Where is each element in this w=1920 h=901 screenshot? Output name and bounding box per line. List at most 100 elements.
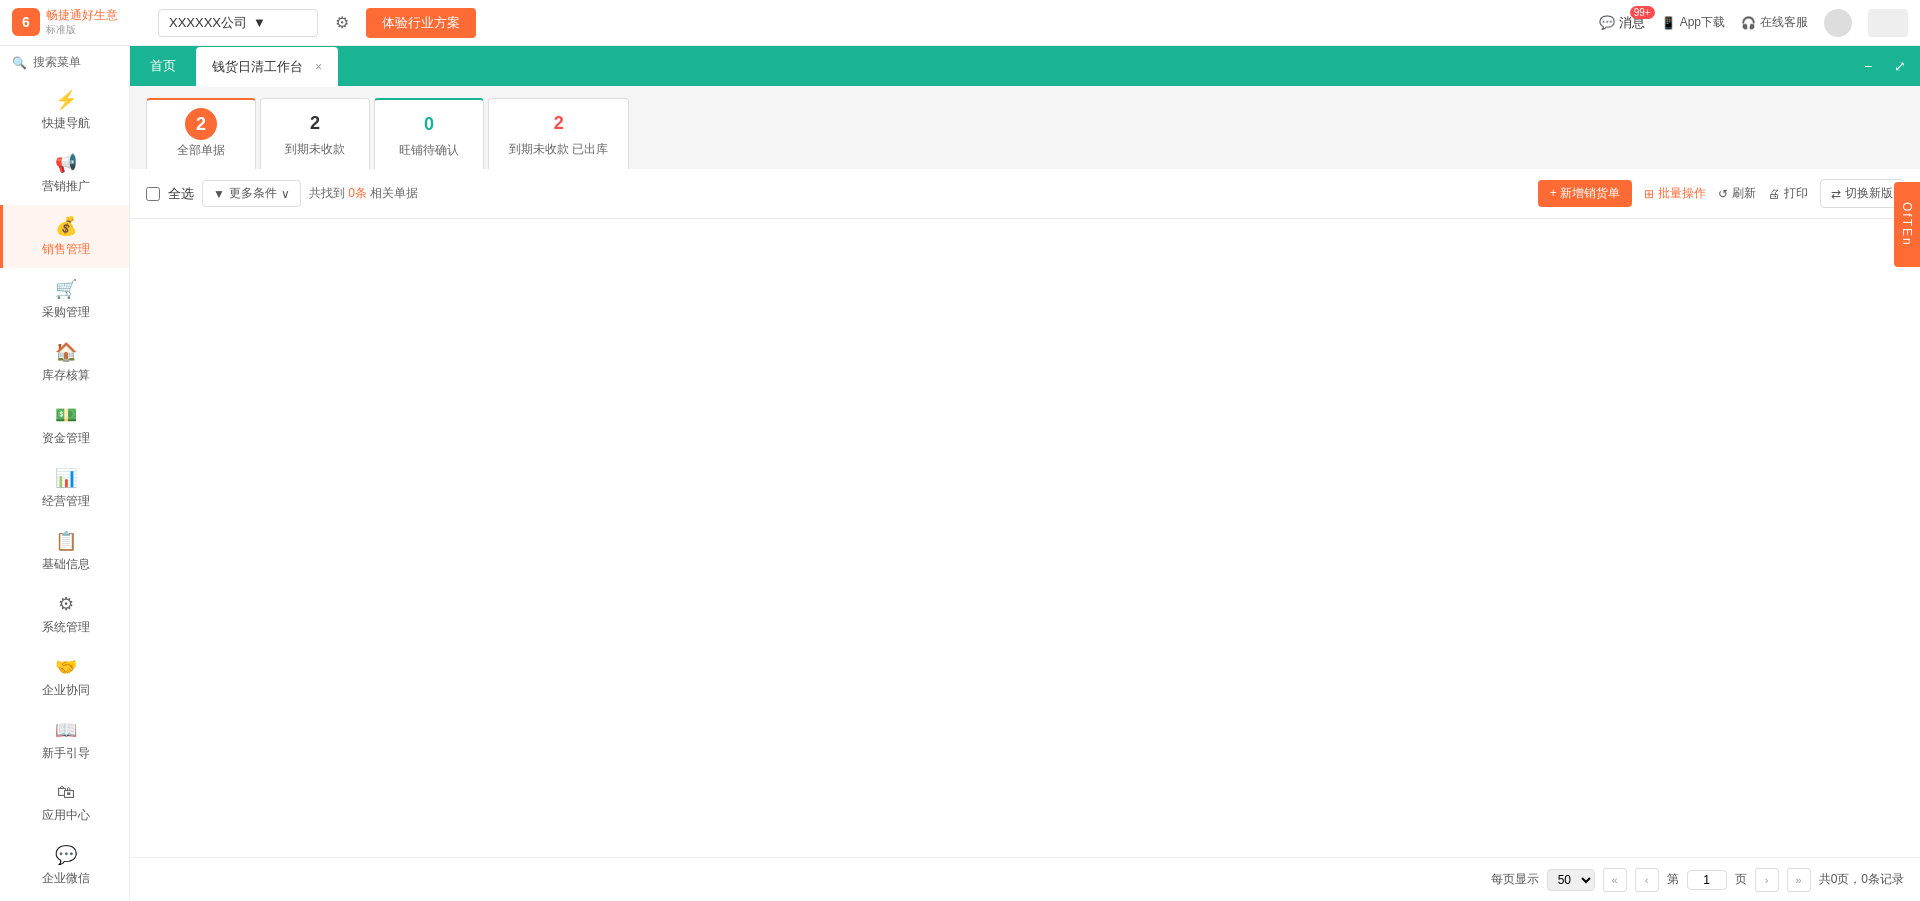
sidebar-item-guide[interactable]: 📖 新手引导: [0, 709, 129, 772]
status-tab-overdue[interactable]: 2 到期未收款: [260, 98, 370, 169]
download-icon: 📱: [1661, 16, 1676, 30]
header-right: 💬 消息 99+ 📱 App下载 🎧 在线客服: [1599, 9, 1908, 37]
company-selector[interactable]: XXXXXX公司 ▼: [158, 9, 318, 37]
sidebar-label-inventory: 库存核算: [42, 367, 90, 384]
sidebar-item-finance[interactable]: 💵 资金管理: [0, 394, 129, 457]
tab-home[interactable]: 首页: [130, 46, 196, 86]
refresh-icon: ↺: [1718, 187, 1728, 201]
out-label: 到期未收款 已出库: [509, 141, 608, 158]
sidebar: 🔍 搜索菜单 ⚡ 快捷导航 📢 营销推广 💰 销售管理 🛒 采购管理 🏠 库存核…: [0, 46, 130, 901]
total-records: 共0页，0条记录: [1819, 871, 1904, 888]
status-tabs: 2 全部单据 2 到期未收款 0 旺铺待确认 2 到期未收款 已出库: [130, 86, 1920, 169]
sidebar-label-operations: 经营管理: [42, 493, 90, 510]
sidebar-item-purchase[interactable]: 🛒 采购管理: [0, 268, 129, 331]
prev-page-btn[interactable]: ‹: [1635, 868, 1659, 892]
sidebar-item-operations[interactable]: 📊 经营管理: [0, 457, 129, 520]
sidebar-label-apps: 应用中心: [42, 807, 90, 824]
wechat-icon: 💬: [55, 844, 77, 866]
trial-button[interactable]: 体验行业方案: [366, 8, 476, 38]
download-label: App下载: [1680, 14, 1725, 31]
finance-icon: 💵: [55, 404, 77, 426]
page-number-input[interactable]: [1687, 870, 1727, 890]
top-header: 6 畅捷通好生意 标准版 XXXXXX公司 ▼ ⚙ 体验行业方案 💬 消息 99…: [0, 0, 1920, 46]
apps-icon: 🛍: [57, 782, 75, 803]
refresh-btn[interactable]: ↺ 刷新: [1718, 185, 1756, 202]
sidebar-item-enterprise[interactable]: 🤝 企业协同: [0, 646, 129, 709]
tab-active[interactable]: 钱货日清工作台 ×: [196, 47, 338, 87]
print-icon: 🖨: [1768, 187, 1780, 201]
found-text: 共找到 0条 相关单据: [309, 185, 418, 202]
guide-icon: 📖: [55, 719, 77, 741]
sidebar-label-basic-info: 基础信息: [42, 556, 90, 573]
sidebar-search[interactable]: 🔍 搜索菜单: [0, 46, 129, 79]
sidebar-item-basic-info[interactable]: 📋 基础信息: [0, 520, 129, 583]
enterprise-icon: 🤝: [55, 656, 77, 678]
all-label: 全部单据: [177, 142, 225, 159]
batch-icon: ⊞: [1644, 187, 1654, 201]
main-layout: 🔍 搜索菜单 ⚡ 快捷导航 📢 营销推广 💰 销售管理 🛒 采购管理 🏠 库存核…: [0, 46, 1920, 901]
search-icon: 🔍: [12, 56, 27, 70]
filter-label: 更多条件: [229, 185, 277, 202]
sidebar-item-marketing[interactable]: 📢 营销推广: [0, 142, 129, 205]
first-page-btn[interactable]: «: [1603, 868, 1627, 892]
print-btn[interactable]: 🖨 打印: [1768, 185, 1808, 202]
sidebar-item-sales[interactable]: 💰 销售管理: [0, 205, 129, 268]
select-all-checkbox[interactable]: [146, 187, 160, 201]
sidebar-label-wechat: 企业微信: [42, 870, 90, 887]
batch-operation-btn[interactable]: ⊞ 批量操作: [1644, 185, 1706, 202]
purchase-icon: 🛒: [55, 278, 77, 300]
sidebar-label-enterprise: 企业协同: [42, 682, 90, 699]
wangpu-count: 0: [413, 108, 445, 140]
often-label[interactable]: OfTEn: [1894, 182, 1920, 267]
user-name-area[interactable]: [1868, 9, 1908, 37]
inner-content: 2 全部单据 2 到期未收款 0 旺铺待确认 2 到期未收款 已出库: [130, 86, 1920, 901]
status-tab-wangpu[interactable]: 0 旺铺待确认: [374, 98, 484, 169]
sidebar-item-inventory[interactable]: 🏠 库存核算: [0, 331, 129, 394]
sidebar-label-sales: 销售管理: [42, 241, 90, 258]
found-prefix: 共找到: [309, 186, 345, 200]
table-area: [130, 219, 1920, 857]
marketing-icon: 📢: [55, 152, 77, 174]
tab-close-btn[interactable]: ×: [315, 60, 322, 74]
user-avatar[interactable]: [1824, 9, 1852, 37]
filter-button[interactable]: ▼ 更多条件 ∨: [202, 180, 301, 207]
online-service-btn[interactable]: 🎧 在线客服: [1741, 14, 1808, 31]
switch-version-btn[interactable]: ⇄ 切换新版: [1820, 179, 1904, 208]
switch-label: 切换新版: [1845, 185, 1893, 202]
logo-area: 6 畅捷通好生意 标准版: [12, 8, 142, 36]
settings-icon[interactable]: ⚙: [328, 9, 356, 37]
tab-bar: 首页 钱货日清工作台 × − ⤢: [130, 46, 1920, 86]
print-label: 打印: [1784, 185, 1808, 202]
toolbar-right: + 新增销货单 ⊞ 批量操作 ↺ 刷新 🖨 打印 ⇄: [1538, 179, 1904, 208]
new-order-button[interactable]: + 新增销货单: [1538, 180, 1632, 207]
per-page-select[interactable]: 50: [1547, 869, 1595, 891]
found-suffix: 相关单据: [370, 186, 418, 200]
header-center: XXXXXX公司 ▼ ⚙ 体验行业方案: [142, 8, 1599, 38]
sidebar-item-member[interactable]: 👑 畅会员: [0, 897, 129, 901]
select-all-label: 全选: [168, 185, 194, 203]
switch-icon: ⇄: [1831, 187, 1841, 201]
message-badge: 99+: [1630, 6, 1655, 19]
app-download-btn[interactable]: 📱 App下载: [1661, 14, 1725, 31]
app-subtitle: 标准版: [46, 23, 118, 37]
tab-minimize-btn[interactable]: −: [1856, 54, 1880, 78]
sidebar-item-system[interactable]: ⚙ 系统管理: [0, 583, 129, 646]
message-area[interactable]: 💬 消息 99+: [1599, 14, 1645, 32]
page-prefix: 第: [1667, 871, 1679, 888]
sidebar-label-guide: 新手引导: [42, 745, 90, 762]
company-name: XXXXXX公司: [169, 14, 247, 32]
sidebar-item-wechat[interactable]: 💬 企业微信: [0, 834, 129, 897]
status-tab-all[interactable]: 2 全部单据: [146, 98, 256, 169]
sidebar-item-shortcuts[interactable]: ⚡ 快捷导航: [0, 79, 129, 142]
status-tab-out[interactable]: 2 到期未收款 已出库: [488, 98, 629, 169]
next-page-btn[interactable]: ›: [1755, 868, 1779, 892]
toolbar-left: 全选 ▼ 更多条件 ∨ 共找到 0条 相关单据: [146, 180, 1530, 207]
last-page-btn[interactable]: »: [1787, 868, 1811, 892]
inventory-icon: 🏠: [55, 341, 77, 363]
logo-icon: 6: [12, 8, 40, 36]
page-suffix: 页: [1735, 871, 1747, 888]
search-label: 搜索菜单: [33, 54, 81, 71]
sidebar-item-apps[interactable]: 🛍 应用中心: [0, 772, 129, 834]
tab-maximize-btn[interactable]: ⤢: [1888, 54, 1912, 78]
all-count: 2: [185, 108, 217, 140]
